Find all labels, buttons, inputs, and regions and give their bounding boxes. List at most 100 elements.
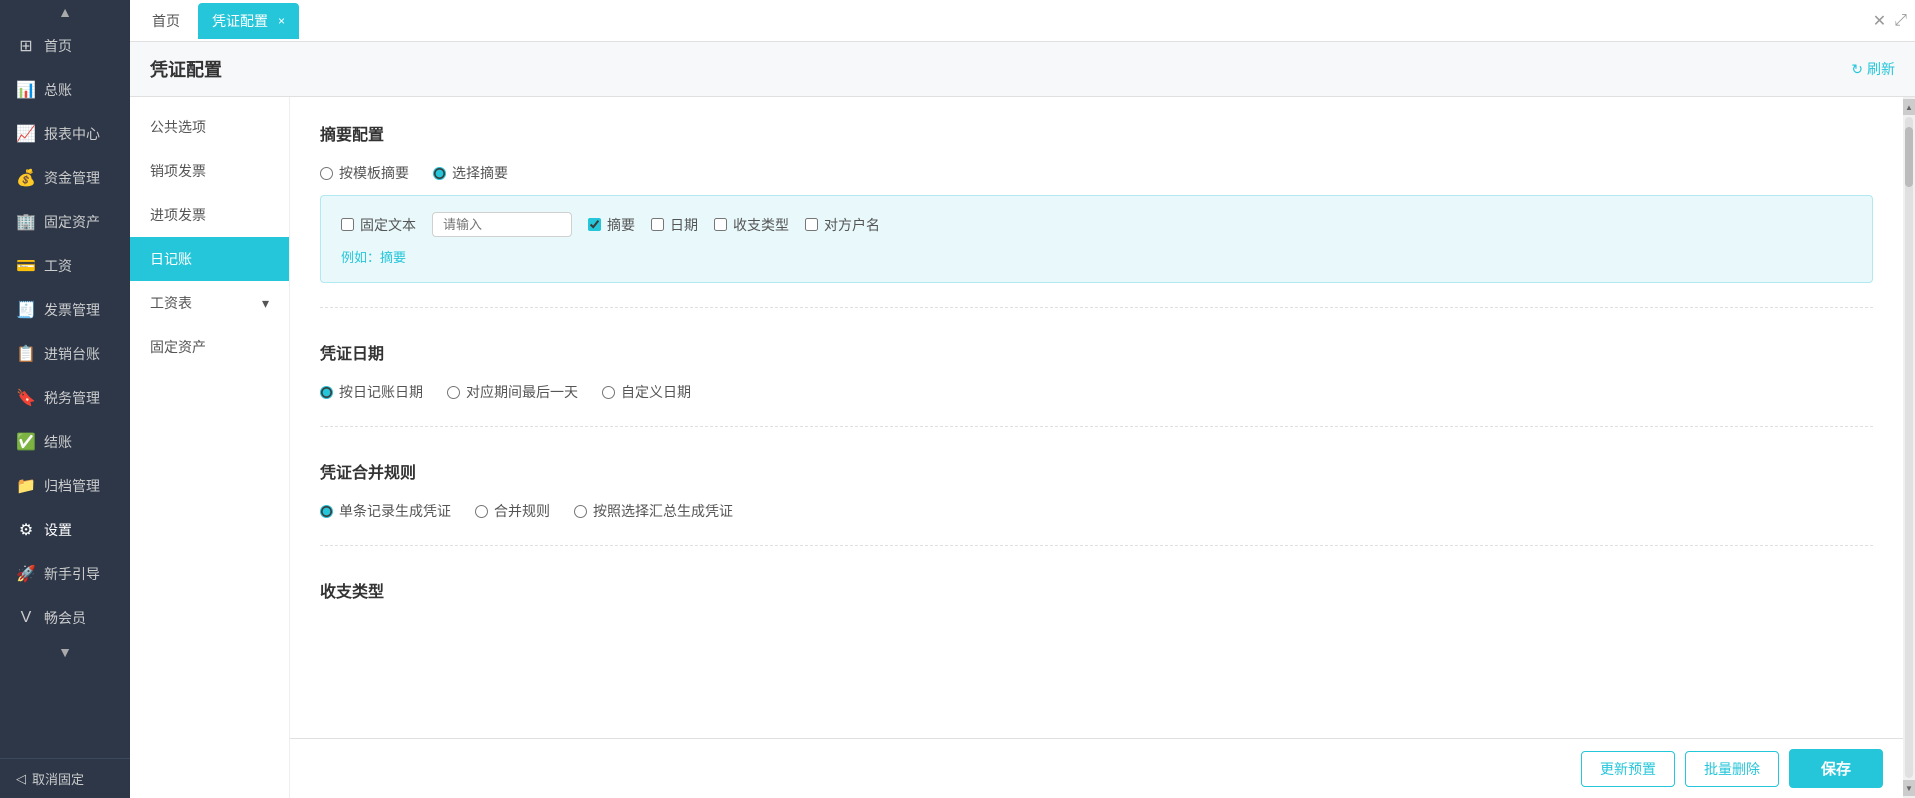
save-button[interactable]: 保存 xyxy=(1789,749,1883,788)
tab-resize-button[interactable]: ⤢ xyxy=(1894,12,1907,30)
date-radio-group: 按日记账日期 对应期间最后一天 自定义日期 xyxy=(320,382,1873,402)
summary-template-radio[interactable] xyxy=(320,167,333,180)
sidebar-item-archive[interactable]: 📁 归档管理 xyxy=(0,464,130,508)
income-type-checkbox[interactable] xyxy=(714,218,727,231)
counterpart-checkbox[interactable] xyxy=(805,218,818,231)
page-title: 凭证配置 xyxy=(150,56,222,82)
summary-checkbox[interactable] xyxy=(588,218,601,231)
merge-section: 凭证合并规则 单条记录生成凭证 合并规则 xyxy=(320,459,1873,546)
tab-bar: 首页 凭证配置 × ✕ ⤢ xyxy=(130,0,1915,42)
refresh-button[interactable]: ↻ 刷新 xyxy=(1851,59,1895,79)
sidebar-unpin-button[interactable]: ◁ 取消固定 xyxy=(0,758,130,798)
sidebar-item-vip[interactable]: V 畅会员 xyxy=(0,596,130,640)
tax-icon: 🔖 xyxy=(16,388,36,408)
scrollbar-track xyxy=(1905,117,1913,778)
sidebar-item-tax[interactable]: 🔖 税务管理 xyxy=(0,376,130,420)
summary-title: 摘要配置 xyxy=(320,121,1873,145)
nav-arrow-icon: ▾ xyxy=(262,295,269,312)
asset-icon: 🏢 xyxy=(16,212,36,232)
income-type-title: 收支类型 xyxy=(320,578,1873,602)
scroll-down-button[interactable]: ▼ xyxy=(1903,780,1915,796)
single-record-option[interactable]: 单条记录生成凭证 xyxy=(320,501,451,521)
content-wrapper: 摘要配置 按模板摘要 选择摘要 xyxy=(290,97,1903,798)
nav-purchase-invoice[interactable]: 进项发票 xyxy=(130,193,289,237)
sidebar-item-home[interactable]: ⊞ 首页 xyxy=(0,24,130,68)
right-scrollbar: ▲ ▼ xyxy=(1903,97,1915,798)
select-total-option[interactable]: 按照选择汇总生成凭证 xyxy=(574,501,733,521)
content-area: 摘要配置 按模板摘要 选择摘要 xyxy=(290,97,1903,738)
last-day-option[interactable]: 对应期间最后一天 xyxy=(447,382,578,402)
nav-fixed-assets[interactable]: 固定资产 xyxy=(130,325,289,369)
sidebar-item-sales[interactable]: 📋 进销台账 xyxy=(0,332,130,376)
tab-bar-actions: ✕ ⤢ xyxy=(1873,11,1907,31)
sidebar-item-guide[interactable]: 🚀 新手引导 xyxy=(0,552,130,596)
tab-voucher-config[interactable]: 凭证配置 × xyxy=(198,3,299,39)
summary-select-radio[interactable] xyxy=(433,167,446,180)
select-total-radio[interactable] xyxy=(574,505,587,518)
settings-icon: ⚙ xyxy=(16,520,36,540)
fund-icon: 💰 xyxy=(16,168,36,188)
scroll-up-button[interactable]: ▲ xyxy=(1903,99,1915,115)
refresh-icon: ↻ xyxy=(1851,61,1863,78)
sidebar-item-settle[interactable]: ✅ 结账 xyxy=(0,420,130,464)
summary-checkbox-row: 固定文本 摘要 日期 xyxy=(341,212,1852,237)
vip-icon: V xyxy=(16,609,36,627)
income-type-section: 收支类型 xyxy=(320,578,1873,644)
date-checkbox-label[interactable]: 日期 xyxy=(651,215,698,235)
nav-salary-table[interactable]: 工资表 ▾ xyxy=(130,281,289,325)
fixed-text-checkbox[interactable] xyxy=(341,218,354,231)
nav-sales-invoice[interactable]: 销项发票 xyxy=(130,149,289,193)
sidebar-item-settings[interactable]: ⚙ 设置 xyxy=(0,508,130,552)
sidebar-item-asset[interactable]: 🏢 固定资产 xyxy=(0,200,130,244)
journal-date-option[interactable]: 按日记账日期 xyxy=(320,382,423,402)
summary-template-option[interactable]: 按模板摘要 xyxy=(320,163,409,183)
sidebar-scroll-up[interactable]: ▲ xyxy=(0,0,130,24)
custom-date-radio[interactable] xyxy=(602,386,615,399)
sales-icon: 📋 xyxy=(16,344,36,364)
tab-close-window-button[interactable]: ✕ xyxy=(1873,11,1886,31)
fixed-text-checkbox-label[interactable]: 固定文本 xyxy=(341,215,416,235)
page-body: 公共选项 销项发票 进项发票 日记账 工资表 ▾ 固定资产 xyxy=(130,97,1915,798)
summary-select-option[interactable]: 选择摘要 xyxy=(433,163,508,183)
sidebar-item-ledger[interactable]: 📊 总账 xyxy=(0,68,130,112)
merge-radio-group: 单条记录生成凭证 合并规则 按照选择汇总生成凭证 xyxy=(320,501,1873,521)
fixed-text-input[interactable] xyxy=(432,212,572,237)
sidebar-item-salary[interactable]: 💳 工资 xyxy=(0,244,130,288)
sidebar-item-invoice[interactable]: 🧾 发票管理 xyxy=(0,288,130,332)
home-icon: ⊞ xyxy=(16,36,36,56)
summary-radio-group: 按模板摘要 选择摘要 xyxy=(320,163,1873,183)
unpin-icon: ◁ xyxy=(16,771,26,787)
salary-icon: 💳 xyxy=(16,256,36,276)
scrollbar-thumb[interactable] xyxy=(1905,127,1913,187)
journal-date-radio[interactable] xyxy=(320,386,333,399)
invoice-icon: 🧾 xyxy=(16,300,36,320)
tab-home[interactable]: 首页 xyxy=(138,3,194,39)
merge-rule-radio[interactable] xyxy=(475,505,488,518)
batch-delete-button[interactable]: 批量删除 xyxy=(1685,751,1779,787)
counterpart-checkbox-label[interactable]: 对方户名 xyxy=(805,215,880,235)
date-checkbox[interactable] xyxy=(651,218,664,231)
bottom-action-bar: 更新预置 批量删除 保存 xyxy=(290,738,1903,798)
nav-journal[interactable]: 日记账 xyxy=(130,237,289,281)
sidebar-scroll-down[interactable]: ▼ xyxy=(0,640,130,664)
report-icon: 📈 xyxy=(16,124,36,144)
single-record-radio[interactable] xyxy=(320,505,333,518)
settle-icon: ✅ xyxy=(16,432,36,452)
merge-rule-option[interactable]: 合并规则 xyxy=(475,501,550,521)
ledger-icon: 📊 xyxy=(16,80,36,100)
sidebar: ▲ ⊞ 首页 📊 总账 📈 报表中心 💰 资金管理 🏢 固定资产 💳 工资 🧾 … xyxy=(0,0,130,798)
left-nav: 公共选项 销项发票 进项发票 日记账 工资表 ▾ 固定资产 xyxy=(130,97,290,798)
summary-example: 例如：摘要 xyxy=(341,247,1852,266)
tab-close-button[interactable]: × xyxy=(278,14,285,28)
nav-public[interactable]: 公共选项 xyxy=(130,105,289,149)
date-title: 凭证日期 xyxy=(320,340,1873,364)
update-preview-button[interactable]: 更新预置 xyxy=(1581,751,1675,787)
summary-checkbox-label[interactable]: 摘要 xyxy=(588,215,635,235)
income-type-checkbox-label[interactable]: 收支类型 xyxy=(714,215,789,235)
sidebar-item-report[interactable]: 📈 报表中心 xyxy=(0,112,130,156)
summary-section: 摘要配置 按模板摘要 选择摘要 xyxy=(320,121,1873,308)
sidebar-item-fund[interactable]: 💰 资金管理 xyxy=(0,156,130,200)
page-header: 凭证配置 ↻ 刷新 xyxy=(130,42,1915,97)
custom-date-option[interactable]: 自定义日期 xyxy=(602,382,691,402)
last-day-radio[interactable] xyxy=(447,386,460,399)
